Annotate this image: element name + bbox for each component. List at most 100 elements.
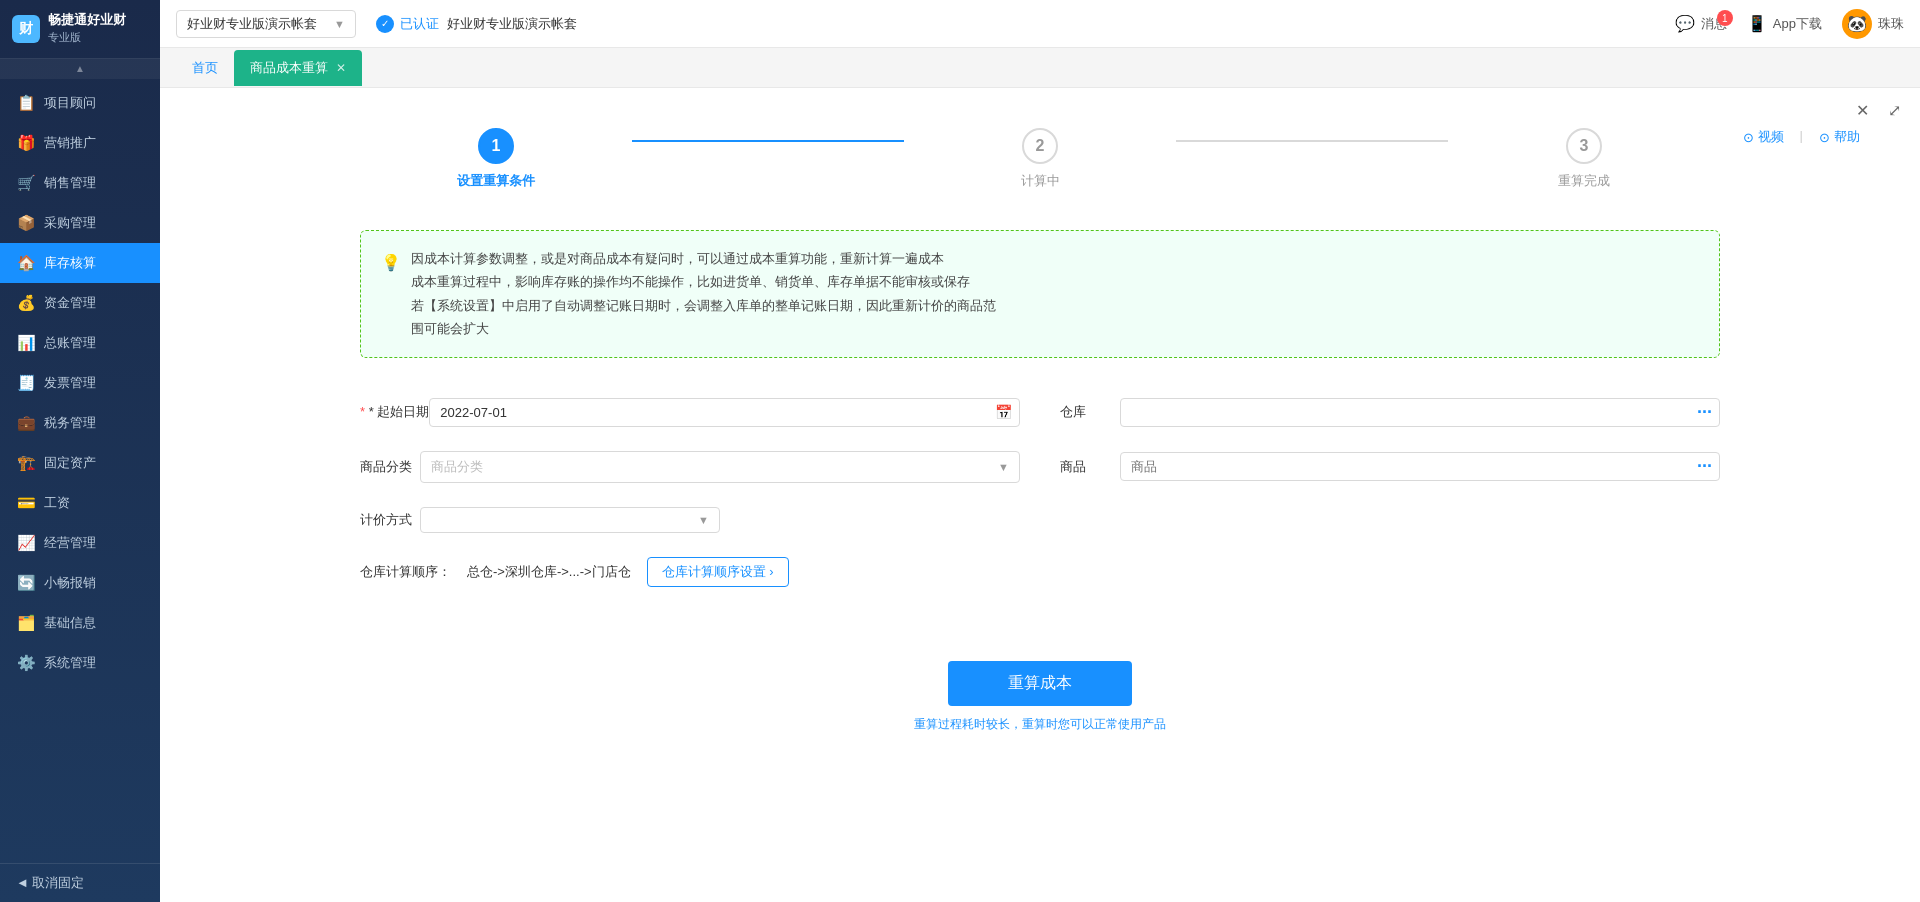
- warehouse-order-value: 总仓->深圳仓库->...->门店仓: [467, 563, 631, 581]
- yingxiao-icon: 🎁: [16, 133, 36, 153]
- verified-text: 已认证: [400, 15, 439, 33]
- sidebar: 财 畅捷通好业财 专业版 ▲ 📋 项目顾问 🎁 营销推广 🛒 销售管理 📦 采购…: [0, 0, 160, 902]
- user-name: 珠珠: [1878, 15, 1904, 33]
- scroll-up-indicator[interactable]: ▲: [0, 59, 160, 79]
- goods-label: 商品: [1060, 458, 1120, 476]
- sidebar-item-label: 采购管理: [44, 214, 96, 232]
- category-select[interactable]: 商品分类 ▼: [420, 451, 1020, 483]
- topbar: 好业财专业版演示帐套 ▼ ✓ 已认证 好业财专业版演示帐套 💬 消息 1 📱 A…: [160, 0, 1920, 48]
- stepper-line-2-3: [1176, 140, 1448, 142]
- warehouse-input[interactable]: [1120, 398, 1720, 427]
- pricing-select[interactable]: ▼: [420, 507, 720, 533]
- goods-more-icon[interactable]: ···: [1697, 456, 1712, 477]
- sidebar-item-fapiao[interactable]: 🧾 发票管理: [0, 363, 160, 403]
- start-date-label: * * 起始日期: [360, 403, 429, 421]
- topbar-left: 好业财专业版演示帐套 ▼ ✓ 已认证 好业财专业版演示帐套: [176, 10, 1675, 38]
- shield-icon: ✓: [376, 15, 394, 33]
- warehouse-label: 仓库: [1060, 403, 1120, 421]
- notice-line-2: 成本重算过程中，影响库存账的操作均不能操作，比如进货单、销货单、库存单据不能审核…: [411, 270, 996, 293]
- tab-home[interactable]: 首页: [176, 50, 234, 86]
- warehouse-order-settings-btn[interactable]: 仓库计算顺序设置 ›: [647, 557, 789, 587]
- sidebar-item-gudingzichan[interactable]: 🏗️ 固定资产: [0, 443, 160, 483]
- mobile-icon: 📱: [1747, 14, 1767, 33]
- jichu-icon: 🗂️: [16, 613, 36, 633]
- app-download-label: App下载: [1773, 15, 1822, 33]
- sidebar-item-zijin[interactable]: 💰 资金管理: [0, 283, 160, 323]
- stepper-step-2: 2 计算中: [904, 128, 1176, 190]
- sidebar-item-xiaoshou[interactable]: 🛒 销售管理: [0, 163, 160, 203]
- expand-window-btn[interactable]: ⤢: [1884, 100, 1904, 120]
- sidebar-unpin-btn[interactable]: ◄ 取消固定: [0, 863, 160, 902]
- sidebar-logo: 财 畅捷通好业财 专业版: [0, 0, 160, 59]
- notice-icon: 💡: [381, 249, 401, 341]
- zongzhang-icon: 📊: [16, 333, 36, 353]
- message-icon: 💬: [1675, 14, 1695, 33]
- stepper-circle-1: 1: [478, 128, 514, 164]
- sidebar-nav: 📋 项目顾问 🎁 营销推广 🛒 销售管理 📦 采购管理 🏠 库存核算 💰 资金管…: [0, 79, 160, 863]
- account-name: 好业财专业版演示帐套: [187, 15, 317, 33]
- pricing-label: 计价方式: [360, 511, 420, 529]
- recalculate-btn[interactable]: 重算成本: [948, 661, 1132, 706]
- chevron-down-icon: ▼: [998, 461, 1009, 473]
- warehouse-order-label: 仓库计算顺序：: [360, 563, 451, 581]
- start-date-field: * * 起始日期 📅: [360, 398, 1020, 427]
- calendar-icon[interactable]: 📅: [995, 404, 1012, 420]
- tab-close-icon[interactable]: ✕: [336, 61, 346, 75]
- sidebar-item-shuiwu[interactable]: 💼 税务管理: [0, 403, 160, 443]
- user-menu[interactable]: 🐼 珠珠: [1842, 9, 1904, 39]
- logo-icon: 财: [12, 15, 40, 43]
- zijin-icon: 💰: [16, 293, 36, 313]
- sidebar-item-label: 经营管理: [44, 534, 96, 552]
- sidebar-item-label: 发票管理: [44, 374, 96, 392]
- goods-input[interactable]: [1120, 452, 1720, 481]
- form-row-3: 计价方式 ▼: [360, 507, 1720, 533]
- jingying-icon: 📈: [16, 533, 36, 553]
- sidebar-item-xiaochang[interactable]: 🔄 小畅报销: [0, 563, 160, 603]
- sidebar-item-jingying[interactable]: 📈 经营管理: [0, 523, 160, 563]
- sidebar-item-caigou[interactable]: 📦 采购管理: [0, 203, 160, 243]
- tabbar: 首页 商品成本重算 ✕: [160, 48, 1920, 88]
- verified-account-name: 好业财专业版演示帐套: [447, 15, 577, 33]
- sidebar-item-label: 工资: [44, 494, 70, 512]
- sidebar-item-zongzhang[interactable]: 📊 总账管理: [0, 323, 160, 363]
- sidebar-item-kucun[interactable]: 🏠 库存核算: [0, 243, 160, 283]
- goods-field: 商品 ···: [1060, 452, 1720, 481]
- gudingzichan-icon: 🏗️: [16, 453, 36, 473]
- topbar-right: 💬 消息 1 📱 App下载 🐼 珠珠: [1675, 9, 1904, 39]
- sidebar-item-label: 资金管理: [44, 294, 96, 312]
- sidebar-item-label: 营销推广: [44, 134, 96, 152]
- caigou-icon: 📦: [16, 213, 36, 233]
- sidebar-item-label: 库存核算: [44, 254, 96, 272]
- sidebar-item-xitong[interactable]: ⚙️ 系统管理: [0, 643, 160, 683]
- sidebar-item-label: 基础信息: [44, 614, 96, 632]
- app-download-btn[interactable]: 📱 App下载: [1747, 14, 1822, 33]
- account-selector[interactable]: 好业财专业版演示帐套 ▼: [176, 10, 356, 38]
- sidebar-item-jichu[interactable]: 🗂️ 基础信息: [0, 603, 160, 643]
- tab-recalculate[interactable]: 商品成本重算 ✕: [234, 50, 362, 86]
- category-placeholder: 商品分类: [431, 458, 483, 476]
- message-btn[interactable]: 💬 消息 1: [1675, 14, 1727, 33]
- close-window-btn[interactable]: ✕: [1852, 100, 1872, 120]
- xitong-icon: ⚙️: [16, 653, 36, 673]
- sidebar-item-gongzi[interactable]: 💳 工资: [0, 483, 160, 523]
- stepper: 1 设置重算条件 2 计算中 3 重算完成: [160, 88, 1920, 210]
- window-controls: ✕ ⤢: [1852, 100, 1904, 120]
- category-label: 商品分类: [360, 458, 420, 476]
- warehouse-order-row: 仓库计算顺序： 总仓->深圳仓库->...->门店仓 仓库计算顺序设置 ›: [360, 557, 1720, 587]
- sidebar-item-label: 系统管理: [44, 654, 96, 672]
- pricing-field: 计价方式 ▼: [360, 507, 1020, 533]
- fapiao-icon: 🧾: [16, 373, 36, 393]
- warehouse-more-icon[interactable]: ···: [1697, 402, 1712, 423]
- goods-input-wrap: ···: [1120, 452, 1720, 481]
- page-content: ✕ ⤢ ⊙ 视频 | ⊙ 帮助 1 设置重算条件: [160, 88, 1920, 902]
- main-area: 好业财专业版演示帐套 ▼ ✓ 已认证 好业财专业版演示帐套 💬 消息 1 📱 A…: [160, 0, 1920, 902]
- action-center: 重算成本 重算过程耗时较长，重算时您可以正常使用产品: [160, 641, 1920, 763]
- warehouse-field: 仓库 ···: [1060, 398, 1720, 427]
- start-date-input[interactable]: [429, 398, 1020, 427]
- notice-line-1: 因成本计算参数调整，或是对商品成本有疑问时，可以通过成本重算功能，重新计算一遍成…: [411, 247, 996, 270]
- sidebar-item-xiangmu[interactable]: 📋 项目顾问: [0, 83, 160, 123]
- sidebar-item-yingxiao[interactable]: 🎁 营销推广: [0, 123, 160, 163]
- chevron-down-icon: ▼: [698, 514, 709, 526]
- stepper-step-1: 1 设置重算条件: [360, 128, 632, 190]
- stepper-line-1-2: [632, 140, 904, 142]
